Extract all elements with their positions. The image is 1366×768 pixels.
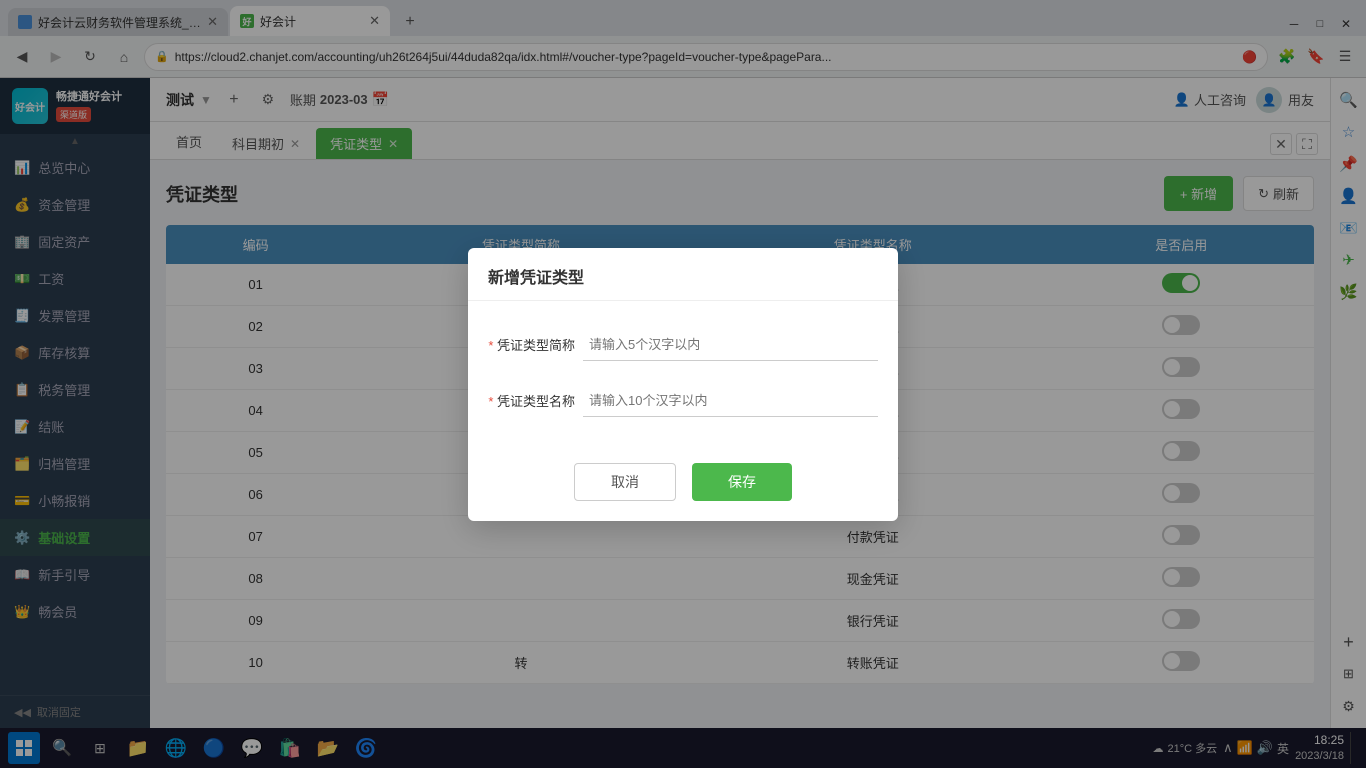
short-name-input[interactable] <box>583 329 878 361</box>
full-name-input[interactable] <box>583 385 878 417</box>
short-name-label: * 凭证类型简称 <box>488 335 583 354</box>
form-row-name: * 凭证类型名称 <box>488 385 878 417</box>
modal-body: * 凭证类型简称 * 凭证类型名称 <box>468 301 898 451</box>
save-button[interactable]: 保存 <box>692 463 792 501</box>
required-star-1: * <box>488 338 493 353</box>
cancel-button[interactable]: 取消 <box>574 463 676 501</box>
modal-dialog: 新增凭证类型 * 凭证类型简称 * 凭证类型名称 取消 保存 <box>468 248 898 521</box>
modal-overlay: 新增凭证类型 * 凭证类型简称 * 凭证类型名称 取消 保存 <box>0 0 1366 768</box>
full-name-label: * 凭证类型名称 <box>488 391 583 410</box>
modal-footer: 取消 保存 <box>468 451 898 521</box>
modal-title: 新增凭证类型 <box>488 270 584 287</box>
form-row-short: * 凭证类型简称 <box>488 329 878 361</box>
required-star-2: * <box>488 394 493 409</box>
modal-header: 新增凭证类型 <box>468 248 898 301</box>
